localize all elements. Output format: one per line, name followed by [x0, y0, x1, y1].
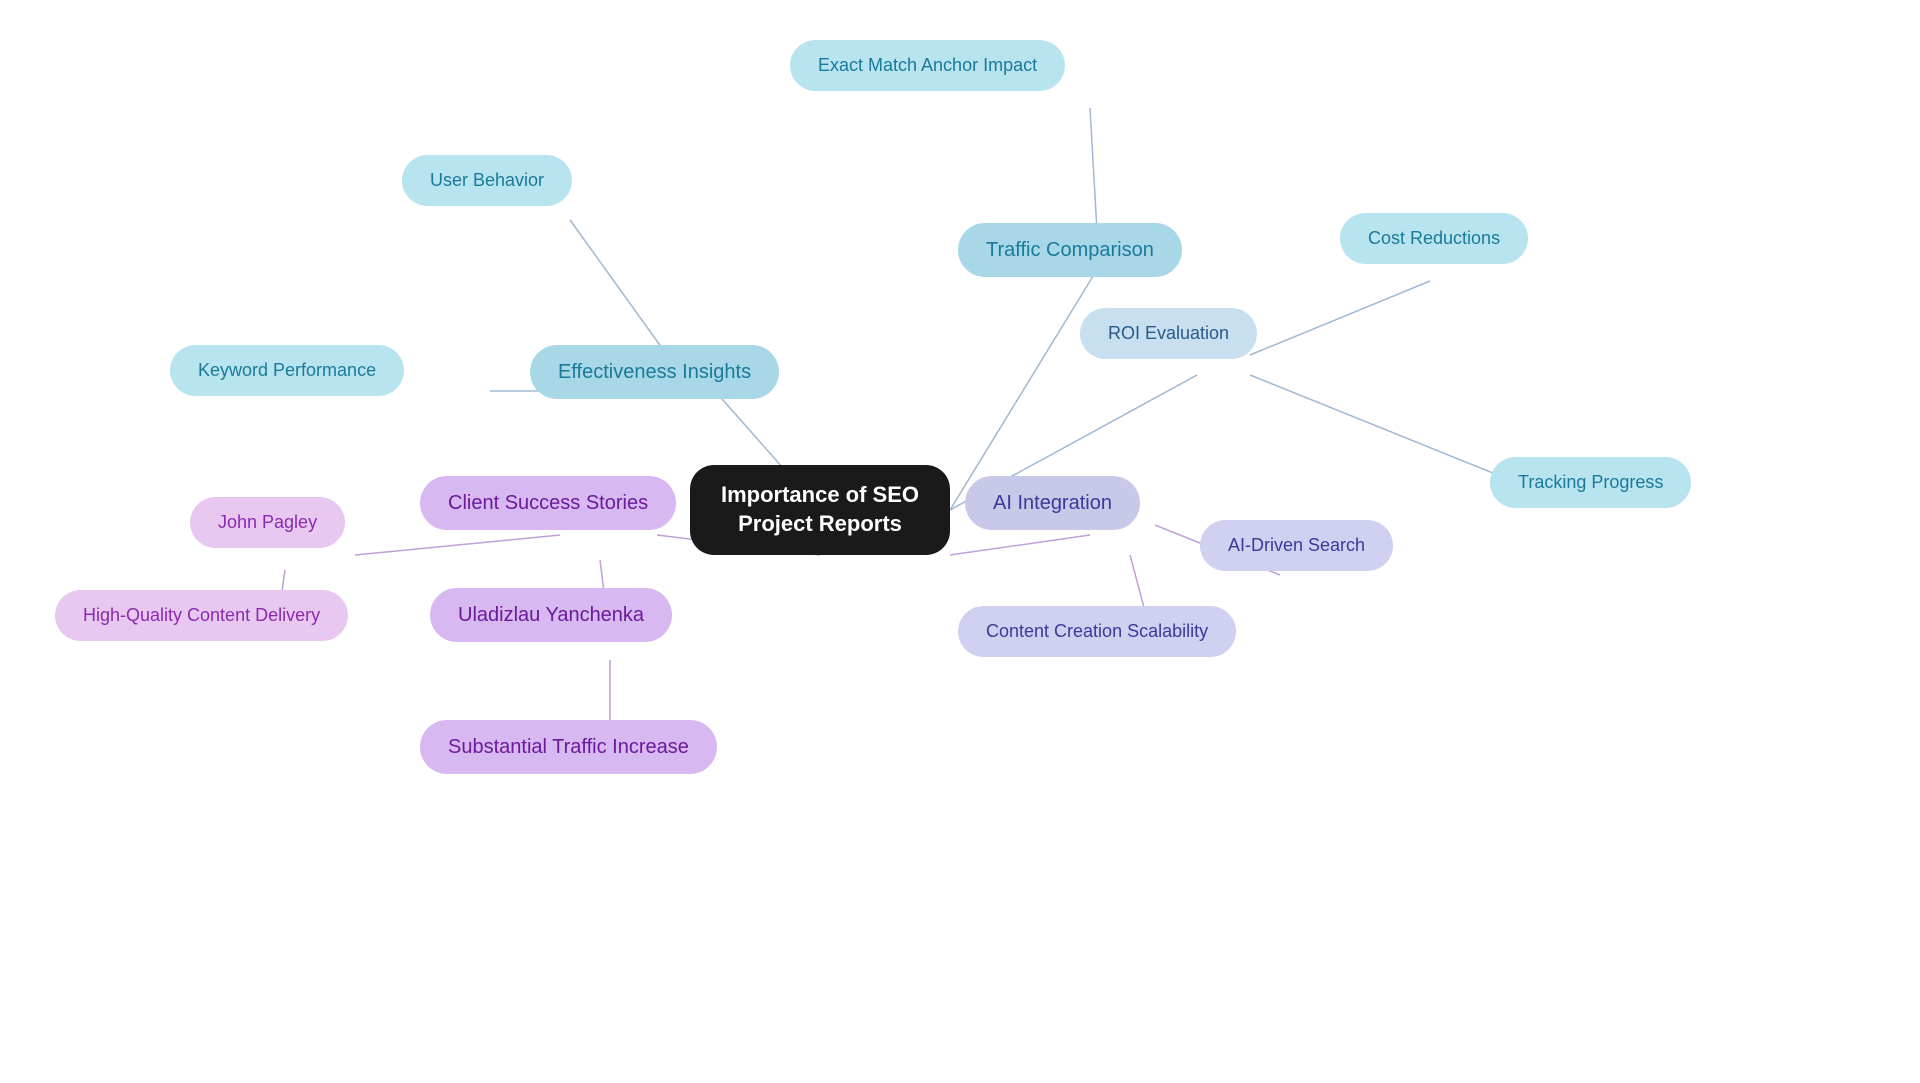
exact-match-anchor-node[interactable]: Exact Match Anchor Impact [790, 40, 1065, 91]
uladizlau-node[interactable]: Uladizlau Yanchenka [430, 588, 672, 642]
effectiveness-insights-node[interactable]: Effectiveness Insights [530, 345, 779, 399]
high-quality-content-node[interactable]: High-Quality Content Delivery [55, 590, 348, 641]
ai-driven-search-node[interactable]: AI-Driven Search [1200, 520, 1393, 571]
traffic-comparison-node[interactable]: Traffic Comparison [958, 223, 1182, 277]
ai-integration-node[interactable]: AI Integration [965, 476, 1140, 530]
content-creation-scalability-node[interactable]: Content Creation Scalability [958, 606, 1236, 657]
mind-map-container: Importance of SEO Project Reports Exact … [0, 0, 1920, 1083]
john-pagley-node[interactable]: John Pagley [190, 497, 345, 548]
tracking-progress-node[interactable]: Tracking Progress [1490, 457, 1691, 508]
keyword-performance-node[interactable]: Keyword Performance [170, 345, 404, 396]
center-node[interactable]: Importance of SEO Project Reports [690, 465, 950, 555]
substantial-traffic-node[interactable]: Substantial Traffic Increase [420, 720, 717, 774]
user-behavior-node[interactable]: User Behavior [402, 155, 572, 206]
roi-evaluation-node[interactable]: ROI Evaluation [1080, 308, 1257, 359]
cost-reductions-node[interactable]: Cost Reductions [1340, 213, 1528, 264]
client-success-stories-node[interactable]: Client Success Stories [420, 476, 676, 530]
